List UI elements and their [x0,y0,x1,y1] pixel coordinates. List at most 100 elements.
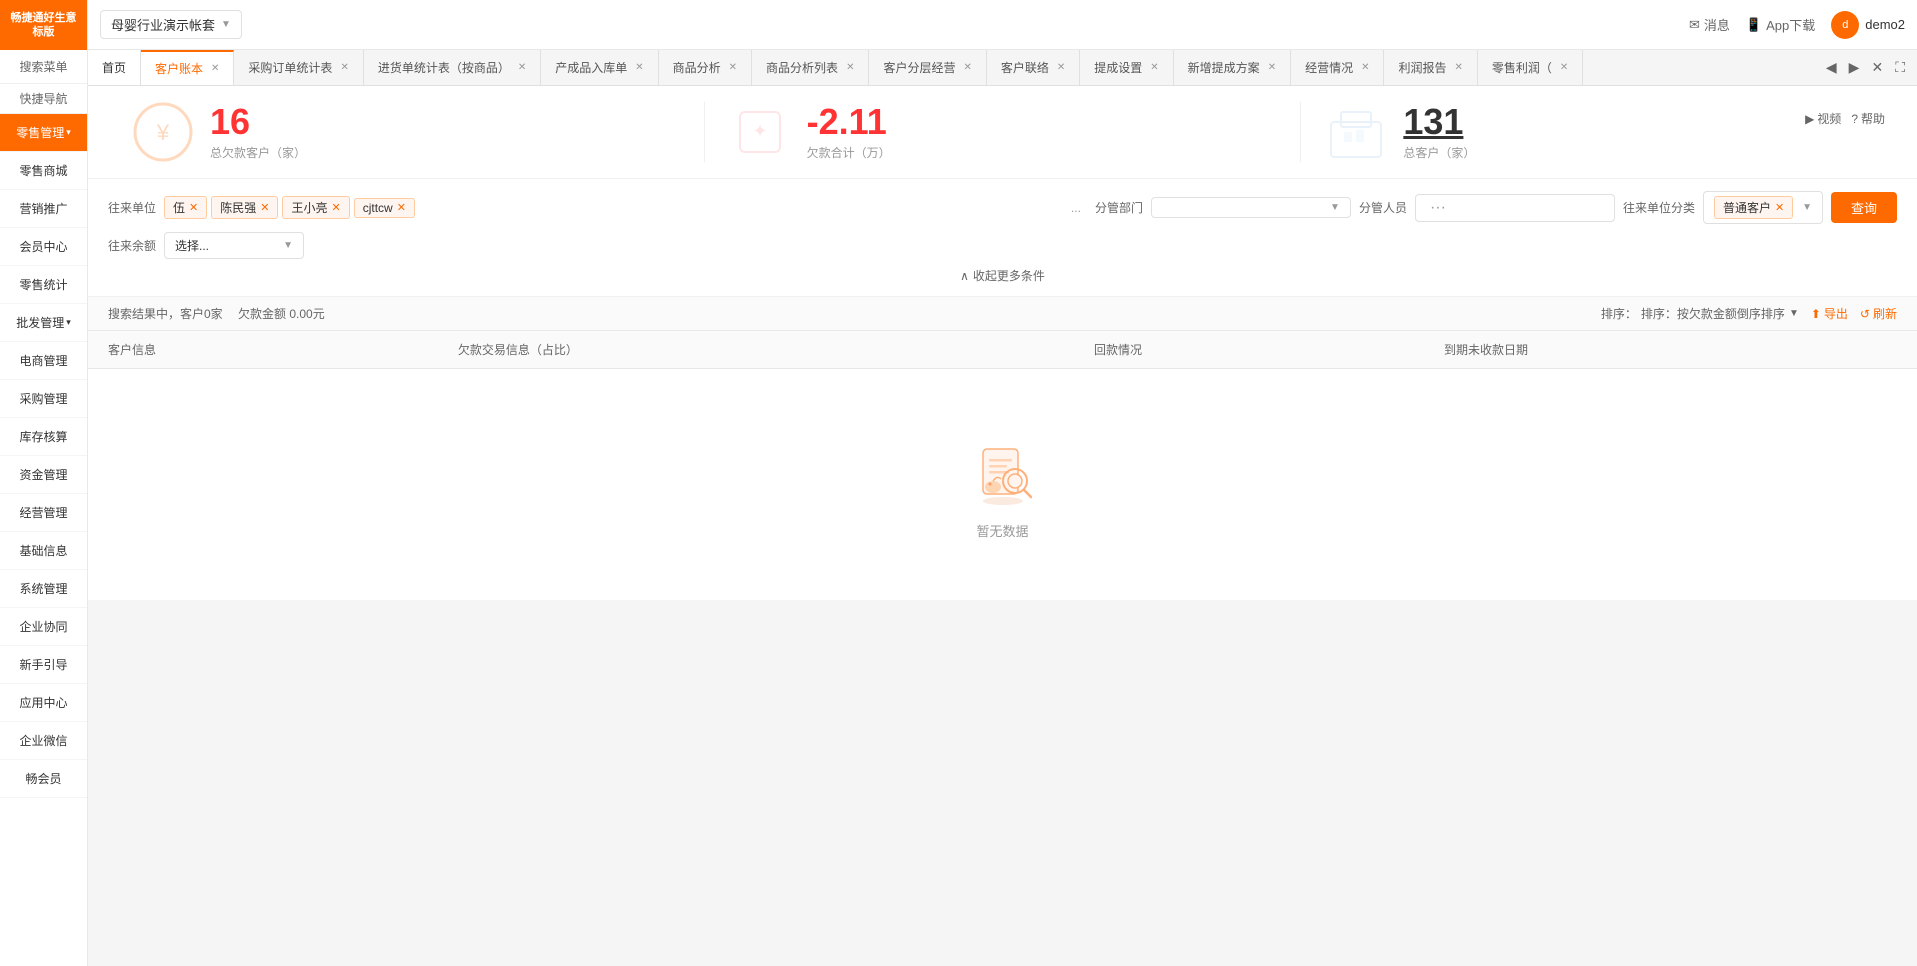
sidebar-item-system_mgmt[interactable]: 系统管理 [0,570,87,608]
sidebar-item-marketing[interactable]: 营销推广 [0,190,87,228]
svg-text:¥: ¥ [156,120,170,145]
export-icon: ⬆ [1811,307,1821,321]
tab-next-icon[interactable]: ▶ [1845,57,1864,78]
balance-select[interactable]: 选择... ▼ [164,232,304,259]
sidebar-item-retail_stats[interactable]: 零售统计 [0,266,87,304]
tab-close-retail_profit[interactable]: ✕ [1560,62,1568,73]
filter-tags-container: 伍✕陈民强✕王小亮✕cjttcw✕ [164,196,1057,219]
tab-close-new_promotion[interactable]: ✕ [1268,62,1276,73]
remove-tag-王小亮[interactable]: ✕ [332,201,341,214]
tab-product_inbound[interactable]: 产成品入库单✕ [541,50,658,86]
filter-row-2: 往来余额 选择... ▼ [108,232,1897,259]
topbar-right: ✉ 消息 📱 App下载 d demo2 [1689,11,1905,39]
doc-help-btn[interactable]: ? 帮助 [1851,110,1885,127]
sidebar-item-app_center[interactable]: 应用中心 [0,684,87,722]
filter-tag-cjttcw: cjttcw✕ [354,198,415,218]
tab-close-product_analysis[interactable]: ✕ [729,62,737,73]
sidebar-item-enterprise_wechat[interactable]: 企业微信 [0,722,87,760]
empty-text: 暂无数据 [976,521,1028,540]
sidebar-item-finance_mgmt[interactable]: 资金管理 [0,456,87,494]
filter-area: 往来单位 伍✕陈民强✕王小亮✕cjttcw✕ ... 分管部门 ▼ 分管人员 ·… [88,179,1917,297]
refresh-button[interactable]: ↺ 刷新 [1860,305,1897,322]
sidebar-item-basic_info[interactable]: 基础信息 [0,532,87,570]
sidebar-search[interactable]: 搜索菜单 [0,50,87,84]
balance-arrow-icon: ▼ [283,240,293,251]
video-help-btn[interactable]: ▶ 视频 [1805,110,1841,127]
sidebar-item-inventory[interactable]: 库存核算 [0,418,87,456]
tab-home[interactable]: 首页 [88,50,141,86]
tab-close-inbound_stats[interactable]: ✕ [518,62,526,73]
tab-new_promotion[interactable]: 新增提成方案✕ [1174,50,1291,86]
tab-product_analysis[interactable]: 商品分析✕ [659,50,752,86]
sidebar-item-member_center[interactable]: 会员中心 [0,228,87,266]
tab-inbound_stats[interactable]: 进货单统计表（按商品）✕ [364,50,541,86]
tab-purchase_orders[interactable]: 采购订单统计表✕ [234,50,363,86]
tab-close-customer_contact[interactable]: ✕ [1057,62,1065,73]
tab-profit_report[interactable]: 利润报告✕ [1384,50,1477,86]
tab-close-purchase_orders[interactable]: ✕ [340,62,348,73]
message-btn[interactable]: ✉ 消息 [1689,15,1730,34]
person-more-icon[interactable]: ··· [1430,199,1446,217]
filter-tag-王小亮: 王小亮✕ [282,196,349,219]
user-profile[interactable]: d demo2 [1831,11,1905,39]
sidebar-item-purchase_mgmt[interactable]: 采购管理 [0,380,87,418]
tab-close-product_analysis_list[interactable]: ✕ [846,62,854,73]
remove-tag-陈民强[interactable]: ✕ [260,201,269,214]
sort-select[interactable]: 排序： 排序：按欠款金额倒序排序 ▼ [1601,305,1799,322]
account-selector[interactable]: 母婴行业演示帐套 ▼ [100,10,242,39]
main-content: 母婴行业演示帐套 ▼ ✉ 消息 📱 App下载 d demo2 首页客户账本✕采… [88,0,1917,966]
collapse-button[interactable]: ∧ 收起更多条件 [960,267,1045,284]
sidebar-item-retail_mgmt[interactable]: 零售管理 ▾ [0,114,87,152]
tab-close-promotion_settings[interactable]: ✕ [1150,62,1158,73]
sidebar-item-wholesale_mgmt[interactable]: 批发管理 ▾ [0,304,87,342]
filter-more-btn[interactable]: ... [1065,199,1087,217]
total-debt-amount-number: -2.11 [807,104,891,140]
message-icon: ✉ [1689,17,1700,33]
stat-help: ▶ 视频 ? 帮助 [1805,110,1885,127]
total-customers-icon [1321,102,1391,162]
tab-product_analysis_list[interactable]: 商品分析列表✕ [752,50,869,86]
tab-close-accounts[interactable]: ✕ [211,63,219,74]
tab-maximize-icon[interactable]: ⛶ [1891,57,1909,78]
sidebar-item-new_guide[interactable]: 新手引导 [0,646,87,684]
category-select[interactable]: 普通客户 ✕ ▼ [1703,191,1823,224]
tab-promotion_settings[interactable]: 提成设置✕ [1080,50,1173,86]
tab-close-product_inbound[interactable]: ✕ [635,62,643,73]
query-button[interactable]: 查询 [1831,192,1897,223]
tab-close-profit_report[interactable]: ✕ [1455,62,1463,73]
stat-text-total-customers: 131 总客户（家） [1403,104,1475,161]
person-select[interactable]: ··· [1415,194,1615,222]
remove-tag-cjttcw[interactable]: ✕ [397,201,406,214]
tab-navigation: ◀ ▶ ✕ ⛶ [1814,57,1917,78]
stat-block-amount: ✦ -2.11 欠款合计（万） [705,102,1302,162]
tab-close-business_situation[interactable]: ✕ [1361,62,1369,73]
topbar: 母婴行业演示帐套 ▼ ✉ 消息 📱 App下载 d demo2 [88,0,1917,50]
sidebar-quick-nav[interactable]: 快捷导航 [0,84,87,114]
svg-text:✦: ✦ [752,121,767,141]
sidebar-item-retail_mall[interactable]: 零售商城 [0,152,87,190]
unit-filter-label: 往来单位 [108,199,156,216]
tab-accounts[interactable]: 客户账本✕ [141,50,234,86]
tab-close-customer_segment[interactable]: ✕ [963,62,971,73]
category-arrow-icon: ▼ [1802,202,1812,213]
app-download-btn[interactable]: 📱 App下载 [1746,15,1815,34]
tab-prev-icon[interactable]: ◀ [1822,57,1841,78]
sidebar-item-vip_member[interactable]: 畅会员 [0,760,87,798]
filter-tag-陈民强: 陈民强✕ [211,196,278,219]
tab-business_situation[interactable]: 经营情况✕ [1291,50,1384,86]
sidebar-item-enterprise_collab[interactable]: 企业协同 [0,608,87,646]
remove-tag-伍[interactable]: ✕ [189,201,198,214]
amount-icon: ✦ [725,102,795,162]
export-button[interactable]: ⬆ 导出 [1811,305,1848,322]
tab-close-all-icon[interactable]: ✕ [1867,57,1887,78]
sidebar-item-ecommerce_mgmt[interactable]: 电商管理 [0,342,87,380]
category-tag-remove[interactable]: ✕ [1775,201,1784,214]
tab-customer_segment[interactable]: 客户分层经营✕ [869,50,986,86]
dept-arrow-icon: ▼ [1330,202,1340,213]
sidebar-item-business_mgmt[interactable]: 经营管理 [0,494,87,532]
tab-customer_contact[interactable]: 客户联络✕ [987,50,1080,86]
dept-select[interactable]: ▼ [1151,197,1351,218]
tab-retail_profit[interactable]: 零售利润（✕ [1478,50,1583,86]
avatar: d [1831,11,1859,39]
refresh-icon: ↺ [1860,307,1870,321]
